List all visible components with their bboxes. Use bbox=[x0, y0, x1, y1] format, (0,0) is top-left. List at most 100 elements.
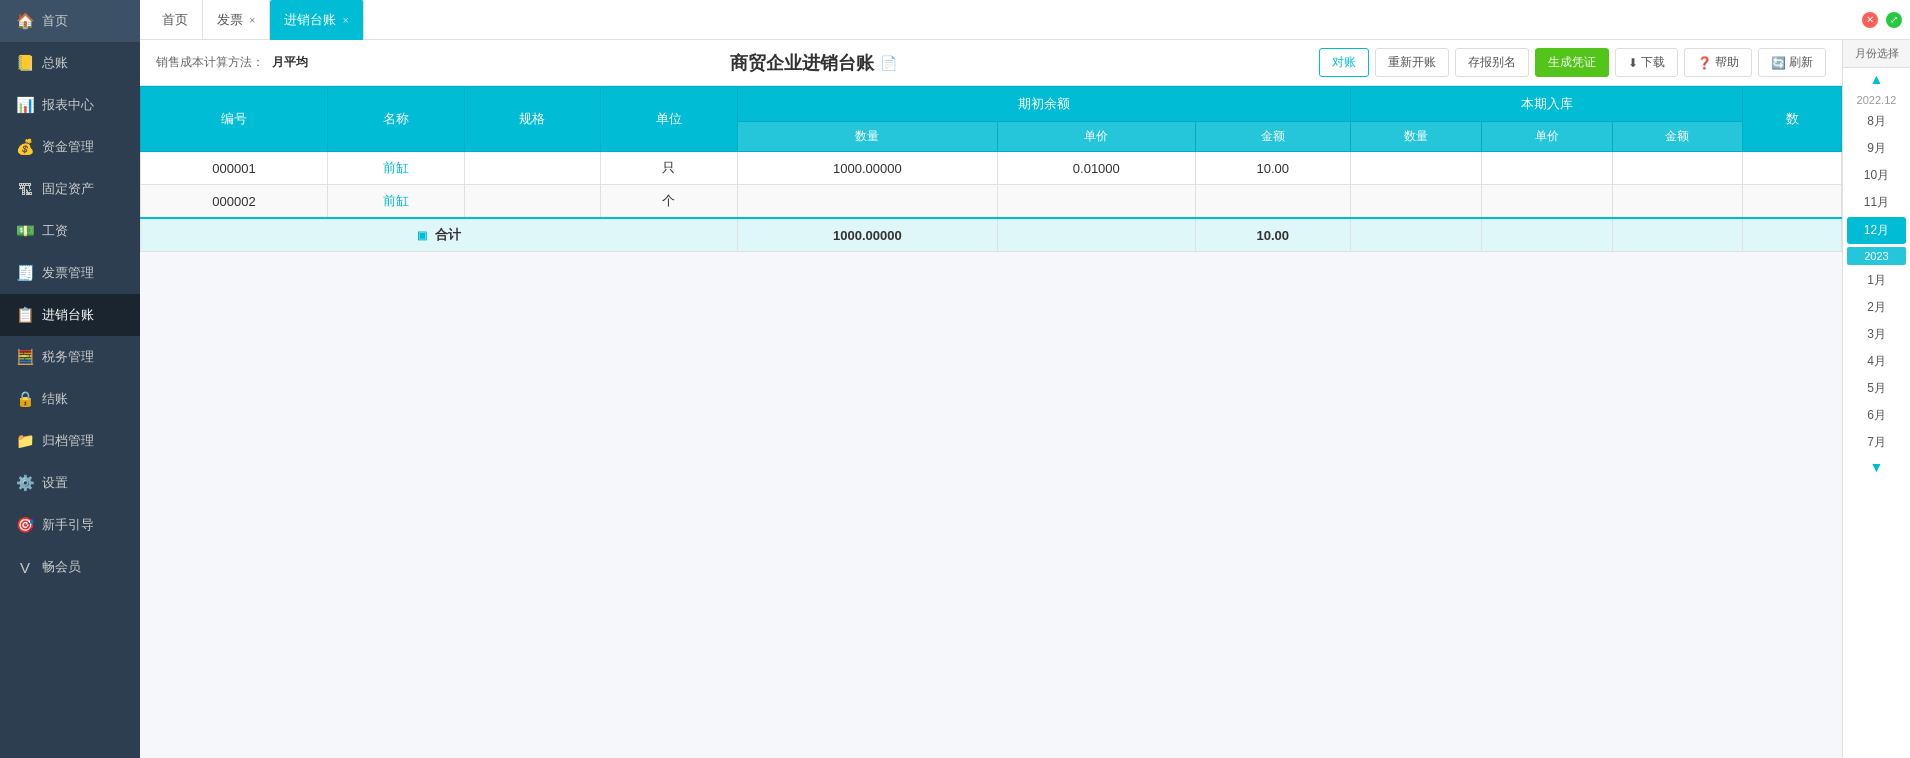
col-header-name: 名称 bbox=[328, 87, 465, 152]
tab-home[interactable]: 首页 bbox=[148, 0, 203, 40]
btn-generate[interactable]: 生成凭证 bbox=[1535, 48, 1609, 77]
month-item-5[interactable]: 5月 bbox=[1843, 375, 1910, 402]
cell-opening-qty-2 bbox=[737, 185, 998, 219]
month-item-4[interactable]: 4月 bbox=[1843, 348, 1910, 375]
tab-invoice-label: 发票 bbox=[217, 11, 243, 29]
total-icon: ▣ bbox=[417, 229, 427, 241]
month-item-3[interactable]: 3月 bbox=[1843, 321, 1910, 348]
sidebar-item-assets[interactable]: 🏗 固定资产 bbox=[0, 168, 140, 210]
month-item-7[interactable]: 7月 bbox=[1843, 429, 1910, 456]
month-item-1[interactable]: 1月 bbox=[1843, 267, 1910, 294]
page-title-icon[interactable]: 📄 bbox=[880, 55, 897, 71]
btn-saveas[interactable]: 存报别名 bbox=[1455, 48, 1529, 77]
sub-header-opening-price: 单价 bbox=[998, 122, 1196, 152]
cell-more-2 bbox=[1743, 185, 1842, 219]
tab-home-label: 首页 bbox=[162, 11, 188, 29]
window-maximize-button[interactable]: ⤢ bbox=[1886, 12, 1902, 28]
sidebar-item-ledger[interactable]: 📒 总账 bbox=[0, 42, 140, 84]
sub-header-in-amount: 金额 bbox=[1612, 122, 1743, 152]
sidebar-label-tax: 税务管理 bbox=[42, 348, 94, 366]
tabs-bar: 首页 发票 × 进销台账 × ✕ ⤢ bbox=[140, 0, 1910, 40]
sidebar-item-guide[interactable]: 🎯 新手引导 bbox=[0, 504, 140, 546]
sidebar-label-ledger: 总账 bbox=[42, 54, 68, 72]
cell-opening-amount-2 bbox=[1195, 185, 1351, 219]
btn-download[interactable]: ⬇ 下载 bbox=[1615, 48, 1678, 77]
btn-reopen[interactable]: 重新开账 bbox=[1375, 48, 1449, 77]
sub-header-in-price: 单价 bbox=[1481, 122, 1612, 152]
cell-opening-price-2 bbox=[998, 185, 1196, 219]
col-header-unit: 单位 bbox=[601, 87, 738, 152]
page-area: 销售成本计算方法： 月平均 商贸企业进销台账 📄 对账 重新开账 存报别名 生成… bbox=[140, 40, 1842, 758]
tab-invoice-close[interactable]: × bbox=[249, 14, 255, 26]
col-header-more: 数 bbox=[1743, 87, 1842, 152]
window-close-button[interactable]: ✕ bbox=[1862, 12, 1878, 28]
sidebar-item-invoice[interactable]: 🧾 发票管理 bbox=[0, 252, 140, 294]
sidebar-item-tax[interactable]: 🧮 税务管理 bbox=[0, 336, 140, 378]
cell-in-price-1 bbox=[1481, 152, 1612, 185]
sidebar-item-purchase[interactable]: 📋 进销台账 bbox=[0, 294, 140, 336]
table-row[interactable]: 000001 前缸 只 1000.00000 0.01000 10.00 bbox=[141, 152, 1842, 185]
sidebar-item-vip[interactable]: V 畅会员 bbox=[0, 546, 140, 588]
table-container: 编号 名称 规格 单位 期初余额 本期入库 数 数量 单价 金额 数 bbox=[140, 86, 1842, 252]
total-more bbox=[1743, 218, 1842, 252]
total-opening-amount: 10.00 bbox=[1195, 218, 1351, 252]
tab-purchase-close[interactable]: × bbox=[342, 14, 348, 26]
sub-header-opening-amount: 金额 bbox=[1195, 122, 1351, 152]
total-in-qty bbox=[1351, 218, 1482, 252]
sidebar-label-invoice: 发票管理 bbox=[42, 264, 94, 282]
sidebar-item-settings[interactable]: ⚙️ 设置 bbox=[0, 462, 140, 504]
content-area: 销售成本计算方法： 月平均 商贸企业进销台账 📄 对账 重新开账 存报别名 生成… bbox=[140, 40, 1910, 758]
btn-help[interactable]: ❓ 帮助 bbox=[1684, 48, 1752, 77]
month-item-2[interactable]: 2月 bbox=[1843, 294, 1910, 321]
sidebar-label-funds: 资金管理 bbox=[42, 138, 94, 156]
sidebar-item-funds[interactable]: 💰 资金管理 bbox=[0, 126, 140, 168]
month-item-10[interactable]: 10月 bbox=[1843, 162, 1910, 189]
total-opening-qty: 1000.00000 bbox=[737, 218, 998, 252]
toolbar-actions: 对账 重新开账 存报别名 生成凭证 ⬇ 下载 ❓ 帮助 🔄 刷新 bbox=[1319, 48, 1826, 77]
total-label: ▣ 合计 bbox=[141, 218, 738, 252]
month-item-9[interactable]: 9月 bbox=[1843, 135, 1910, 162]
main-table: 编号 名称 规格 单位 期初余额 本期入库 数 数量 单价 金额 数 bbox=[140, 86, 1842, 252]
sidebar-label-payroll: 工资 bbox=[42, 222, 68, 240]
tab-purchase-ledger[interactable]: 进销台账 × bbox=[270, 0, 363, 40]
col-header-opening: 期初余额 bbox=[737, 87, 1351, 122]
tax-icon: 🧮 bbox=[16, 348, 34, 366]
sidebar-item-close[interactable]: 🔒 结账 bbox=[0, 378, 140, 420]
sidebar-item-archive[interactable]: 📁 归档管理 bbox=[0, 420, 140, 462]
month-nav-down[interactable]: ▼ bbox=[1843, 456, 1910, 478]
month-item-6[interactable]: 6月 bbox=[1843, 402, 1910, 429]
sidebar-item-home[interactable]: 🏠 首页 bbox=[0, 0, 140, 42]
month-item-11[interactable]: 11月 bbox=[1843, 189, 1910, 216]
cell-opening-amount-1: 10.00 bbox=[1195, 152, 1351, 185]
sidebar-item-payroll[interactable]: 💵 工资 bbox=[0, 210, 140, 252]
month-nav-up[interactable]: ▲ bbox=[1843, 68, 1910, 90]
btn-refresh[interactable]: 🔄 刷新 bbox=[1758, 48, 1826, 77]
sidebar-label-assets: 固定资产 bbox=[42, 180, 94, 198]
sidebar-label-close: 结账 bbox=[42, 390, 68, 408]
sidebar-label-vip: 畅会员 bbox=[42, 558, 81, 576]
invoice-icon: 🧾 bbox=[16, 264, 34, 282]
archive-icon: 📁 bbox=[16, 432, 34, 450]
cell-code-1: 000001 bbox=[141, 152, 328, 185]
reports-icon: 📊 bbox=[16, 96, 34, 114]
month-item-8[interactable]: 8月 bbox=[1843, 108, 1910, 135]
table-row[interactable]: 000002 前缸 个 bbox=[141, 185, 1842, 219]
purchase-icon: 📋 bbox=[16, 306, 34, 324]
cost-method-label: 销售成本计算方法： bbox=[156, 54, 264, 71]
cell-code-2: 000002 bbox=[141, 185, 328, 219]
cell-unit-2: 个 bbox=[601, 185, 738, 219]
total-in-amount bbox=[1612, 218, 1743, 252]
toolbar: 销售成本计算方法： 月平均 商贸企业进销台账 📄 对账 重新开账 存报别名 生成… bbox=[140, 40, 1842, 86]
total-opening-price bbox=[998, 218, 1196, 252]
cell-in-amount-1 bbox=[1612, 152, 1743, 185]
cell-in-qty-1 bbox=[1351, 152, 1482, 185]
col-header-code: 编号 bbox=[141, 87, 328, 152]
btn-duizhang[interactable]: 对账 bbox=[1319, 48, 1369, 77]
settings-icon: ⚙️ bbox=[16, 474, 34, 492]
tab-invoice[interactable]: 发票 × bbox=[203, 0, 270, 40]
sidebar-label-settings: 设置 bbox=[42, 474, 68, 492]
main-area: 首页 发票 × 进销台账 × ✕ ⤢ 销售成本计算方法： 月平均 bbox=[140, 0, 1910, 758]
month-item-12[interactable]: 12月 bbox=[1847, 217, 1906, 244]
sidebar-item-reports[interactable]: 📊 报表中心 bbox=[0, 84, 140, 126]
cell-in-qty-2 bbox=[1351, 185, 1482, 219]
